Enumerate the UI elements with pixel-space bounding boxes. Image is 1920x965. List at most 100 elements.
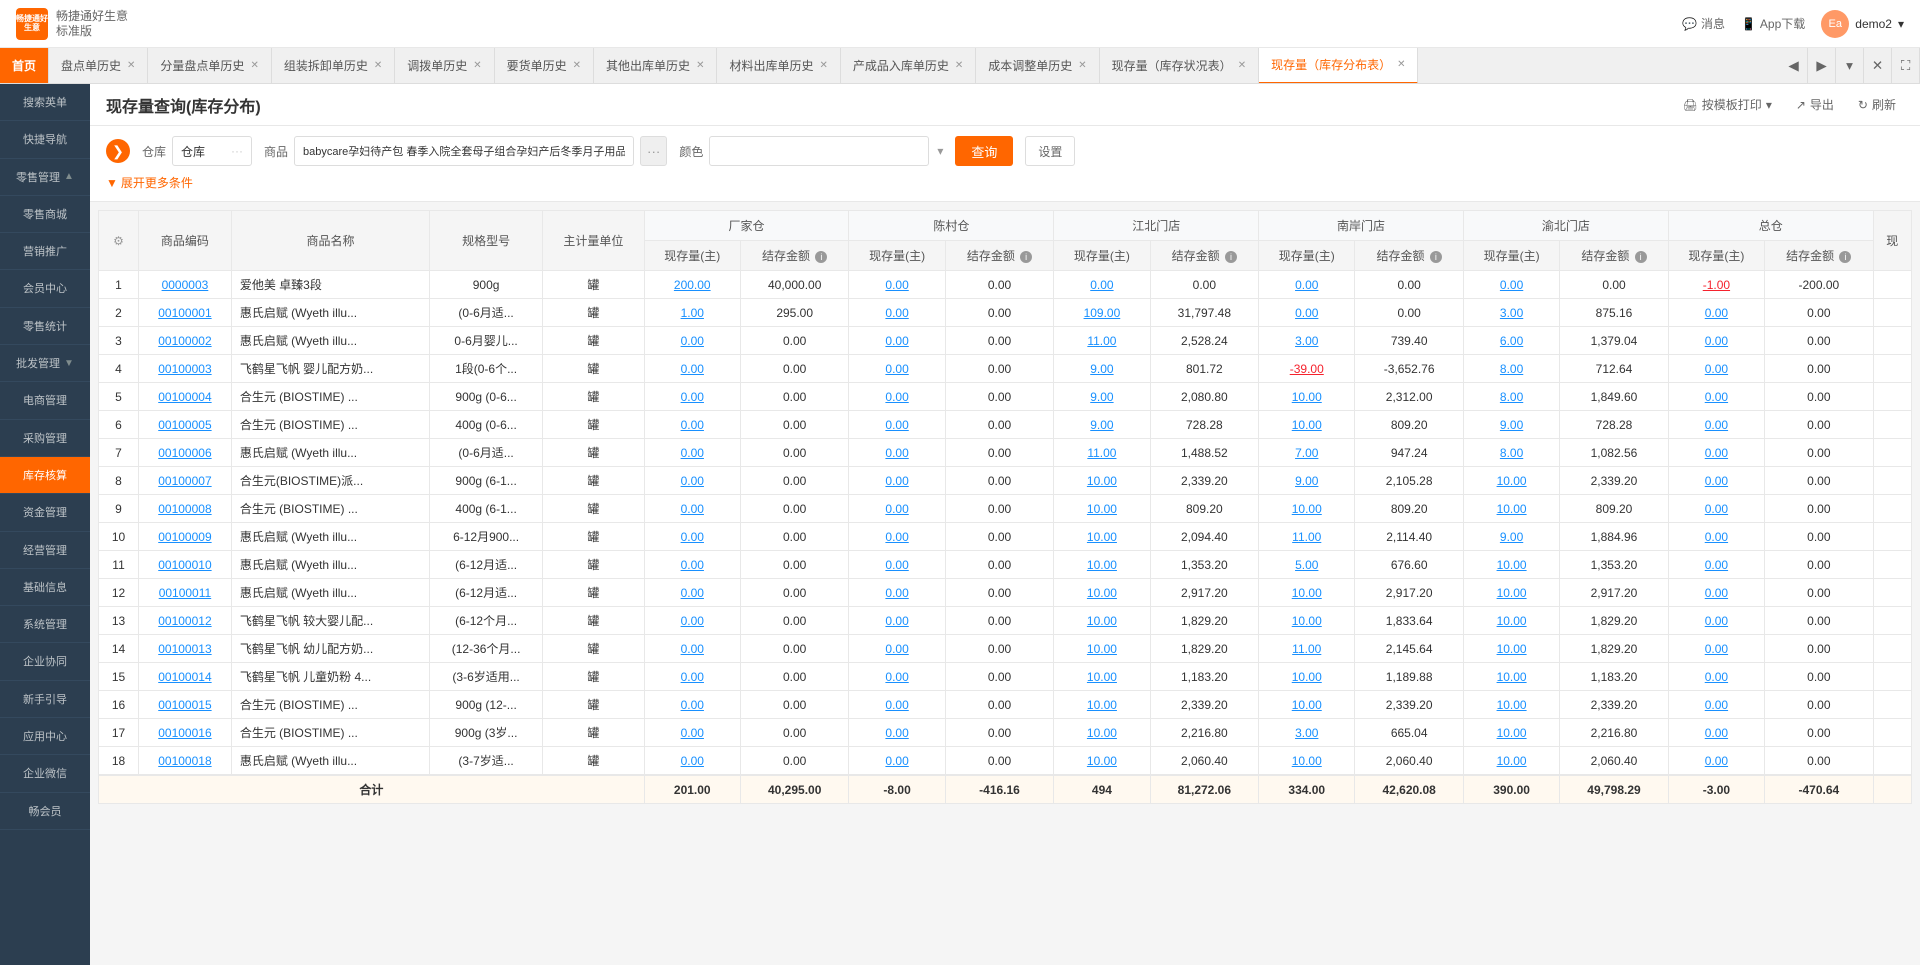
color-dropdown-icon[interactable]: ▾ (937, 144, 943, 158)
row-current (1873, 439, 1911, 467)
row-factory-stock: 0.00 (644, 355, 740, 383)
setting-button[interactable]: 设置 (1025, 136, 1075, 166)
tab-cost-adjust[interactable]: 成本调整单历史 ✕ (976, 48, 1099, 84)
sidebar-item-operations[interactable]: 经营管理 (0, 532, 90, 569)
row-chenshi-stock: 0.00 (849, 439, 945, 467)
tab-close-cost-adjust[interactable]: ✕ (1078, 60, 1086, 71)
tab-material-out[interactable]: 材料出库单历史 ✕ (717, 48, 840, 84)
tab-fullscreen[interactable]: ⛶ (1892, 48, 1920, 84)
tab-home[interactable]: 首页 (0, 48, 49, 84)
tab-close-other-out[interactable]: ✕ (696, 60, 704, 71)
row-jiangbei-amount: 809.20 (1150, 495, 1259, 523)
th-group-chenshi: 陈村仓 (849, 211, 1054, 241)
sidebar-item-basic[interactable]: 基础信息 (0, 569, 90, 606)
tab-nav-expand[interactable]: ▾ (1836, 48, 1864, 84)
tab-other-out[interactable]: 其他出库单历史 ✕ (594, 48, 717, 84)
sidebar-item-member2[interactable]: 畅会员 (0, 793, 90, 830)
tab-close-stock-dist[interactable]: ✕ (1397, 59, 1405, 70)
row-jiangbei-stock: 9.00 (1054, 411, 1150, 439)
info-icon-nanan[interactable]: i (1430, 251, 1442, 263)
row-factory-stock: 0.00 (644, 663, 740, 691)
app-download-btn[interactable]: 📱 App下载 (1741, 15, 1805, 32)
gear-icon[interactable]: ⚙ (113, 234, 124, 248)
row-chenshi-stock: 0.00 (849, 691, 945, 719)
sidebar-item-retail-shop[interactable]: 零售商城 (0, 196, 90, 233)
tab-close-spot-history[interactable]: ✕ (127, 60, 135, 71)
row-jiangbei-stock: 109.00 (1054, 299, 1150, 327)
tab-nav-left[interactable]: ◀ (1780, 48, 1808, 84)
sidebar-item-search[interactable]: 搜索英单 (0, 84, 90, 121)
warehouse-select[interactable]: 仓库 ··· (172, 136, 252, 166)
sidebar-item-purchase[interactable]: 采购管理 (0, 420, 90, 457)
row-yuebei-amount: 1,884.96 (1560, 523, 1669, 551)
sidebar-item-wholesale[interactable]: 批发管理 ▼ (0, 345, 90, 382)
sidebar-item-quicknav[interactable]: 快捷导航 (0, 121, 90, 158)
tab-stock-status[interactable]: 现存量（库存状况表） ✕ (1100, 48, 1259, 84)
user-area[interactable]: Ea demo2 ▾ (1821, 10, 1904, 38)
tab-adjust[interactable]: 调拨单历史 ✕ (395, 48, 494, 84)
sidebar-item-marketing[interactable]: 营销推广 (0, 233, 90, 270)
sidebar-item-member[interactable]: 会员中心 (0, 270, 90, 307)
th-gear[interactable]: ⚙ (99, 211, 139, 271)
tab-close-all[interactable]: ✕ (1864, 48, 1892, 84)
sidebar-item-apps[interactable]: 应用中心 (0, 718, 90, 755)
total-total-amount: -470.64 (1765, 775, 1874, 804)
expand-conditions-btn[interactable]: ▼ 展开更多条件 (106, 174, 193, 191)
row-chenshi-amount: 0.00 (945, 439, 1054, 467)
row-chenshi-stock: 0.00 (849, 495, 945, 523)
row-unit: 罐 (543, 635, 645, 663)
sidebar-item-wechat[interactable]: 企业微信 (0, 755, 90, 792)
info-icon-factory[interactable]: i (815, 251, 827, 263)
info-icon-total[interactable]: i (1839, 251, 1851, 263)
row-total-stock: 0.00 (1668, 467, 1764, 495)
tab-product-in[interactable]: 产成品入库单历史 ✕ (841, 48, 976, 84)
row-total-amount: 0.00 (1765, 579, 1874, 607)
expand-arrow[interactable]: ❯ (106, 139, 130, 163)
search-button[interactable]: 查询 (955, 136, 1013, 166)
row-factory-amount: 0.00 (740, 551, 849, 579)
row-factory-stock: 0.00 (644, 691, 740, 719)
messages-btn[interactable]: 💬 消息 (1682, 15, 1725, 32)
info-icon-yuebei[interactable]: i (1635, 251, 1647, 263)
sidebar-item-ecommerce[interactable]: 电商管理 (0, 382, 90, 419)
row-yuebei-amount: 1,379.04 (1560, 327, 1669, 355)
row-total-stock: 0.00 (1668, 635, 1764, 663)
tab-close-stock-status[interactable]: ✕ (1238, 60, 1246, 71)
info-icon-jiangbei[interactable]: i (1225, 251, 1237, 263)
color-input[interactable] (709, 136, 929, 166)
product-input[interactable] (294, 136, 634, 166)
sidebar-item-finance[interactable]: 资金管理 (0, 494, 90, 531)
th-yuebei-amount: 结存金额 i (1560, 241, 1669, 271)
tab-close-spot-dist[interactable]: ✕ (250, 60, 258, 71)
tab-close-adjust[interactable]: ✕ (473, 60, 481, 71)
table-row: 9 00100008 合生元 (BIOSTIME) ... 400g (6-1.… (99, 495, 1912, 523)
sidebar-item-retail[interactable]: 零售管理 ▲ (0, 159, 90, 196)
tab-spot-dist[interactable]: 分量盘点单历史 ✕ (148, 48, 271, 84)
row-chenshi-stock: 0.00 (849, 579, 945, 607)
th-name: 商品名称 (231, 211, 429, 271)
product-more-btn[interactable]: ··· (640, 136, 667, 166)
refresh-btn[interactable]: ↻ 刷新 (1850, 92, 1904, 117)
tab-close-order[interactable]: ✕ (573, 60, 581, 71)
sidebar-item-retail-stats[interactable]: 零售统计 (0, 308, 90, 345)
tab-close-material-out[interactable]: ✕ (819, 60, 827, 71)
sidebar-item-guide[interactable]: 新手引导 (0, 681, 90, 718)
message-icon: 💬 (1682, 17, 1697, 31)
export-btn[interactable]: ↗ 导出 (1788, 92, 1842, 117)
row-factory-stock: 0.00 (644, 719, 740, 747)
tab-order[interactable]: 要货单历史 ✕ (495, 48, 594, 84)
row-spec: (3-7岁适... (430, 747, 543, 776)
table-container[interactable]: ⚙ 商品编码 商品名称 规格型号 主计量单位 厂家仓 陈村仓 江北门店 南岸门店… (90, 202, 1920, 965)
row-nanan-stock: 10.00 (1259, 691, 1355, 719)
tab-stock-dist[interactable]: 现存量（库存分布表） ✕ (1259, 48, 1418, 84)
tab-close-product-in[interactable]: ✕ (955, 60, 963, 71)
tab-spot-history[interactable]: 盘点单历史 ✕ (49, 48, 148, 84)
sidebar-item-collab[interactable]: 企业协同 (0, 643, 90, 680)
info-icon-chenshi[interactable]: i (1020, 251, 1032, 263)
tab-combo-split[interactable]: 组装拆卸单历史 ✕ (272, 48, 395, 84)
sidebar-item-inventory[interactable]: 库存核算 (0, 457, 90, 494)
tab-close-combo-split[interactable]: ✕ (374, 60, 382, 71)
print-btn[interactable]: 🖨 按模板打印 ▾ (1675, 92, 1780, 117)
tab-nav-right[interactable]: ▶ (1808, 48, 1836, 84)
sidebar-item-system[interactable]: 系统管理 (0, 606, 90, 643)
